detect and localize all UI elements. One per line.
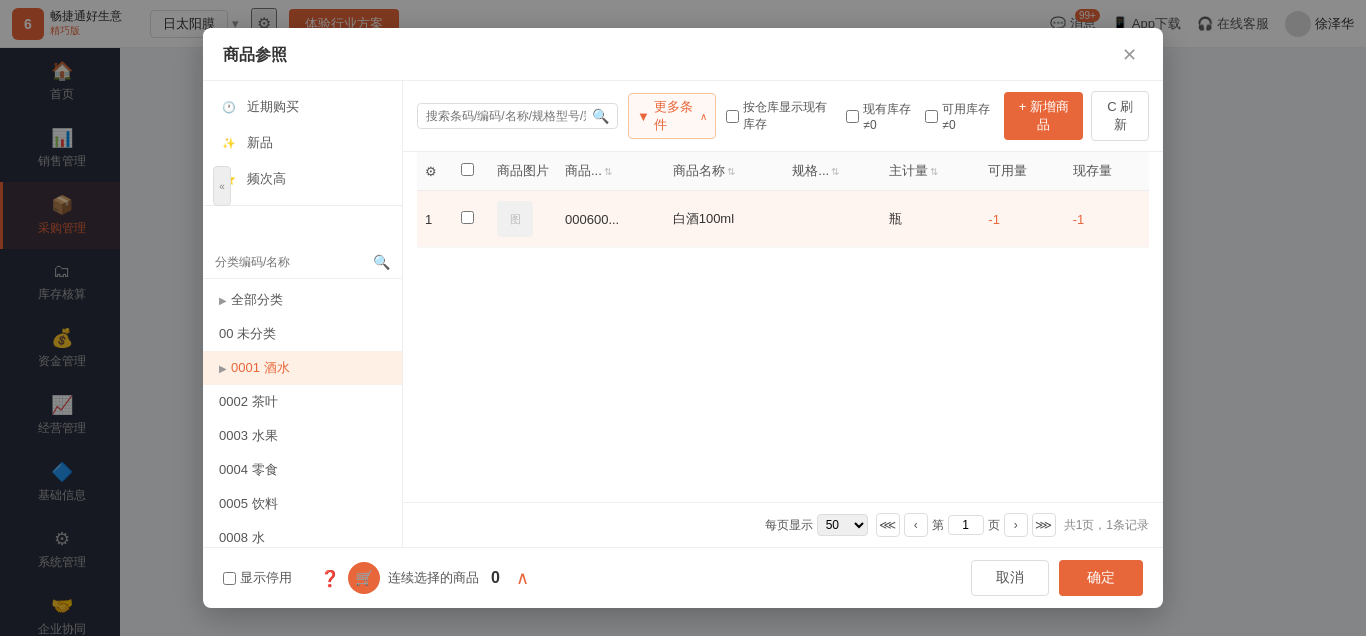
category-item[interactable]: 0004 零食	[203, 453, 402, 487]
page-size-select[interactable]: 50 100	[817, 514, 868, 536]
page-size-selector: 每页显示 50 100	[765, 514, 868, 536]
help-icon[interactable]: ❓	[320, 569, 340, 588]
quick-item-近期购买[interactable]: 🕐近期购买	[203, 89, 402, 125]
usable-checkbox[interactable]	[925, 110, 938, 123]
category-item[interactable]: ▶全部分类	[203, 283, 402, 317]
pagination-bar: 每页显示 50 100 ⋘ ‹ 第 页 › ⋙	[403, 502, 1163, 547]
modal-header: 商品参照 ✕	[203, 28, 1163, 81]
cart-icon[interactable]: 🛒	[348, 562, 380, 594]
usable-checkbox-label[interactable]: 可用库存≠0	[925, 101, 994, 132]
product-search-input[interactable]	[426, 109, 586, 123]
last-page-btn[interactable]: ⋙	[1032, 513, 1056, 537]
prev-page-btn[interactable]: ‹	[904, 513, 928, 537]
search-icon[interactable]: 🔍	[592, 108, 609, 124]
col-stock: 现存量	[1065, 152, 1149, 191]
row-num: 1	[417, 191, 453, 248]
quick-item-icon: ✨	[219, 133, 239, 153]
category-item[interactable]: 0008 水	[203, 521, 402, 547]
cancel-btn[interactable]: 取消	[971, 560, 1049, 596]
cart-collapse-icon[interactable]: ∧	[516, 567, 529, 589]
available-checkbox-label[interactable]: 现有库存≠0	[846, 101, 915, 132]
modal-footer: 显示停用 ❓ 🛒 连续选择的商品 0 ∧ 取消 确定	[203, 547, 1163, 608]
page-nav: ⋘ ‹ 第 页 › ⋙	[876, 513, 1056, 537]
category-item[interactable]: 00 未分类	[203, 317, 402, 351]
filter-chevron-icon: ∧	[700, 111, 707, 122]
category-item[interactable]: ▶0001 酒水	[203, 351, 402, 385]
left-panel: 🕐近期购买✨新品⭐频次高 « 🔍 ▶全部分类00 未分类▶0001 酒水0002…	[203, 81, 403, 547]
col-unit[interactable]: 主计量⇅	[881, 152, 981, 191]
category-search-input[interactable]	[215, 255, 367, 269]
row-stock: -1	[1065, 191, 1149, 248]
category-item[interactable]: 0002 茶叶	[203, 385, 402, 419]
row-checkbox[interactable]	[453, 191, 489, 248]
row-image: 图	[489, 191, 557, 248]
right-panel: 🔍 ▼ 更多条件 ∧ 按仓库显示现有库存 现有库存≠0	[403, 81, 1163, 547]
row-unit: 瓶	[881, 191, 981, 248]
quick-items: 🕐近期购买✨新品⭐频次高	[203, 81, 402, 206]
row-name: 白酒100ml	[665, 191, 785, 248]
quick-item-新品[interactable]: ✨新品	[203, 125, 402, 161]
refresh-btn[interactable]: C 刷新	[1091, 91, 1149, 141]
modal-close-btn[interactable]: ✕	[1116, 42, 1143, 68]
product-toolbar: 🔍 ▼ 更多条件 ∧ 按仓库显示现有库存 现有库存≠0	[403, 81, 1163, 152]
category-item[interactable]: 0003 水果	[203, 419, 402, 453]
row-available: -1	[980, 191, 1064, 248]
quick-item-icon: 🕐	[219, 97, 239, 117]
footer-buttons: 取消 确定	[971, 560, 1143, 596]
select-all-checkbox[interactable]	[461, 163, 474, 176]
next-page-btn[interactable]: ›	[1004, 513, 1028, 537]
page-info: 共1页，1条记录	[1064, 517, 1149, 534]
cat-arrow-icon: ▶	[219, 363, 227, 374]
col-available: 可用量	[980, 152, 1064, 191]
add-product-btn[interactable]: + 新增商品	[1004, 92, 1083, 140]
row-spec	[784, 191, 880, 248]
category-search-icon[interactable]: 🔍	[373, 254, 390, 270]
col-image: 商品图片	[489, 152, 557, 191]
product-table: ⚙ 商品图片 商品...⇅ 商品名称⇅ 规格...⇅ 主计量⇅ 可用量 现存量	[417, 152, 1149, 248]
col-spec[interactable]: 规格...⇅	[784, 152, 880, 191]
product-modal: 商品参照 ✕ 🕐近期购买✨新品⭐频次高 « 🔍 ▶全部分类	[203, 28, 1163, 608]
modal-overlay: 商品参照 ✕ 🕐近期购买✨新品⭐频次高 « 🔍 ▶全部分类	[0, 0, 1366, 636]
category-item[interactable]: 0005 饮料	[203, 487, 402, 521]
first-page-btn[interactable]: ⋘	[876, 513, 900, 537]
category-list: ▶全部分类00 未分类▶0001 酒水0002 茶叶0003 水果0004 零食…	[203, 279, 402, 547]
col-code[interactable]: 商品...⇅	[557, 152, 665, 191]
col-checkbox	[453, 152, 489, 191]
product-search-box: 🔍	[417, 103, 618, 129]
toolbar-right: + 新增商品 C 刷新	[1004, 91, 1149, 141]
cat-arrow-icon: ▶	[219, 295, 227, 306]
cart-area: ❓ 🛒 连续选择的商品 0 ∧	[320, 562, 529, 594]
product-thumbnail: 图	[497, 201, 533, 237]
table-header-row: ⚙ 商品图片 商品...⇅ 商品名称⇅ 规格...⇅ 主计量⇅ 可用量 现存量	[417, 152, 1149, 191]
row-code: 000600...	[557, 191, 665, 248]
show-disabled-label[interactable]: 显示停用	[223, 569, 292, 587]
col-name[interactable]: 商品名称⇅	[665, 152, 785, 191]
filter-btn[interactable]: ▼ 更多条件 ∧	[628, 93, 716, 139]
page-input[interactable]	[948, 515, 984, 535]
collapse-panel-btn[interactable]: «	[213, 166, 231, 206]
warehouse-checkbox[interactable]	[726, 110, 739, 123]
modal-body: 🕐近期购买✨新品⭐频次高 « 🔍 ▶全部分类00 未分类▶0001 酒水0002…	[203, 81, 1163, 547]
show-disabled-checkbox[interactable]	[223, 572, 236, 585]
filter-icon: ▼	[637, 109, 650, 124]
available-checkbox[interactable]	[846, 110, 859, 123]
category-search: 🔍	[203, 246, 402, 279]
confirm-btn[interactable]: 确定	[1059, 560, 1143, 596]
modal-title: 商品参照	[223, 45, 287, 66]
quick-item-频次高[interactable]: ⭐频次高	[203, 161, 402, 197]
table-row[interactable]: 1 图 000600... 白酒100ml 瓶 -1 -1	[417, 191, 1149, 248]
warehouse-checkbox-label[interactable]: 按仓库显示现有库存	[726, 99, 836, 133]
product-table-area: ⚙ 商品图片 商品...⇅ 商品名称⇅ 规格...⇅ 主计量⇅ 可用量 现存量	[403, 152, 1163, 502]
col-settings: ⚙	[417, 152, 453, 191]
